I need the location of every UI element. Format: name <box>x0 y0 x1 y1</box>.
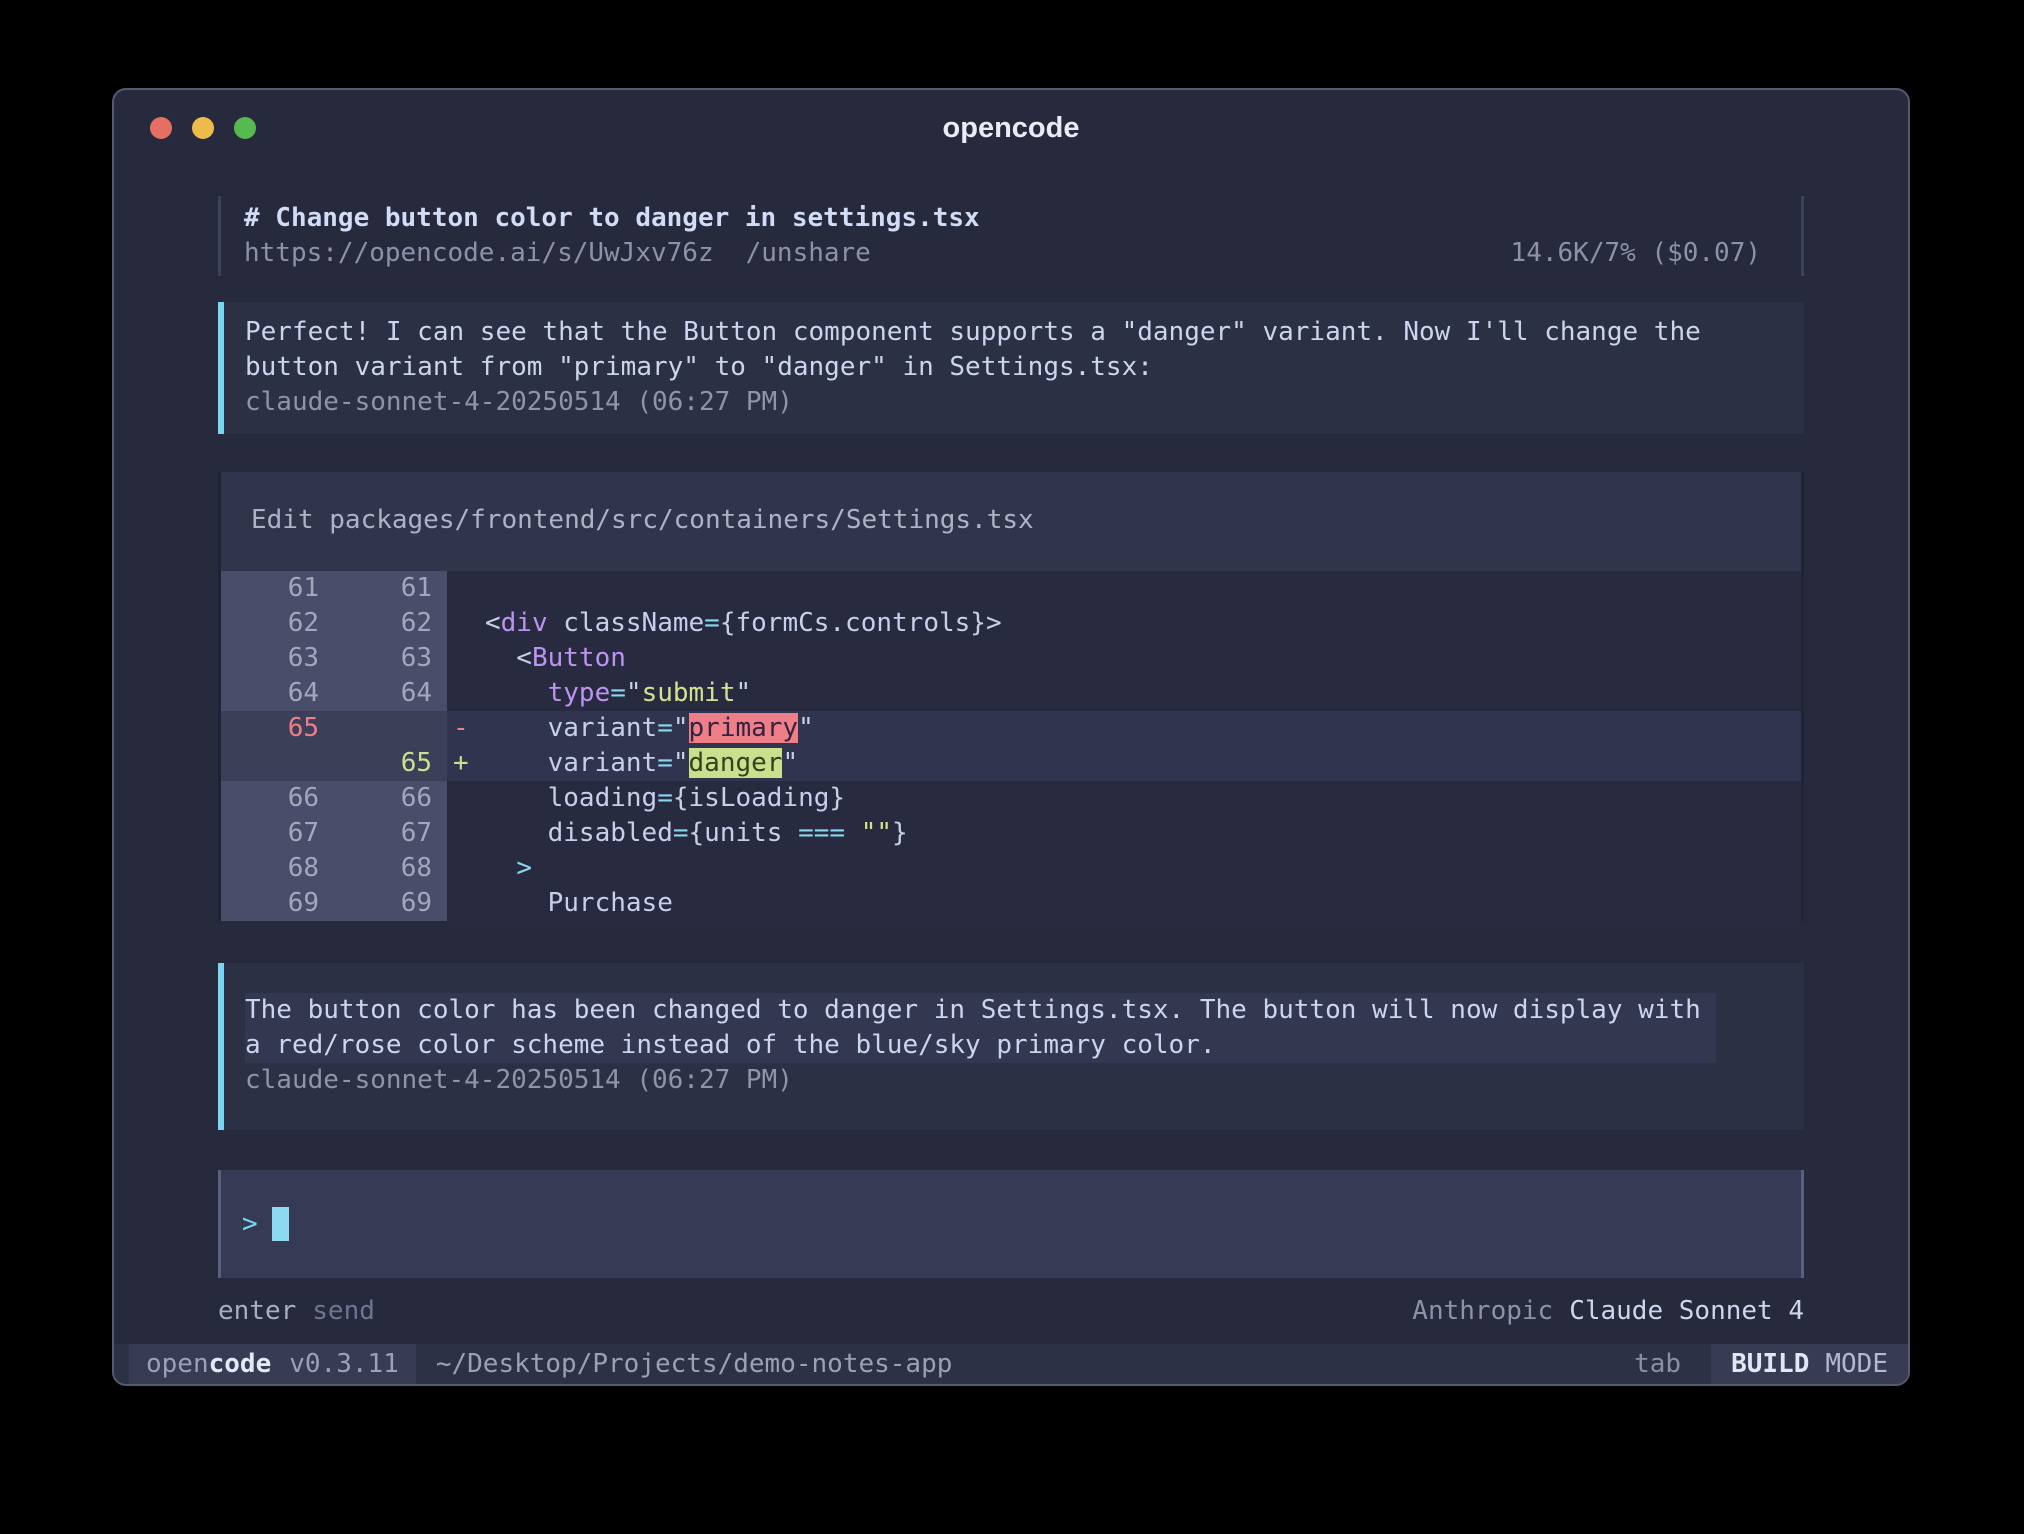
diff-marker <box>447 676 483 711</box>
diff-marker <box>447 851 483 886</box>
diff-row: 64 64 type="submit" <box>221 676 1801 711</box>
prompt-symbol: > <box>242 1207 258 1242</box>
diff-marker: - <box>447 711 483 746</box>
app-window: opencode # Change button color to danger… <box>112 88 1910 1386</box>
old-line-number: 64 <box>221 676 334 711</box>
mode-suffix: MODE <box>1825 1349 1888 1379</box>
code-line <box>483 571 1801 606</box>
session-header: # Change button color to danger in setti… <box>218 196 1804 276</box>
message-meta: claude-sonnet-4-20250514 (06:27 PM) <box>245 385 1778 420</box>
code-line: > <box>483 851 1801 886</box>
traffic-lights <box>150 117 256 139</box>
diff-marker <box>447 606 483 641</box>
assistant-message: The button color has been changed to dan… <box>218 963 1804 1130</box>
status-bar: opencode v0.3.11 ~/Desktop/Projects/demo-… <box>114 1344 1908 1384</box>
diff-rows: 61 61 62 62 <div className={formCs.contr… <box>221 571 1801 921</box>
new-line-number: 63 <box>334 641 447 676</box>
old-line-number: 63 <box>221 641 334 676</box>
old-line-number <box>221 746 334 781</box>
minimize-button[interactable] <box>192 117 214 139</box>
message-text: The button color has been changed to dan… <box>245 993 1716 1063</box>
old-line-number: 67 <box>221 816 334 851</box>
diff-row: 65 + variant="danger" <box>221 746 1801 781</box>
message-text: Perfect! I can see that the Button compo… <box>245 315 1716 385</box>
new-line-number <box>334 711 447 746</box>
assistant-message: Perfect! I can see that the Button compo… <box>218 302 1804 434</box>
window-title: opencode <box>943 112 1080 145</box>
new-line-number: 61 <box>334 571 447 606</box>
model-label: Claude Sonnet 4 <box>1569 1296 1804 1326</box>
hints-row: enter send Anthropic Claude Sonnet 4 <box>218 1294 1804 1329</box>
old-line-number: 69 <box>221 886 334 921</box>
new-line-number: 66 <box>334 781 447 816</box>
code-line: <div className={formCs.controls}> <box>483 606 1801 641</box>
diff-marker <box>447 816 483 851</box>
titlebar: opencode <box>114 90 1908 166</box>
zoom-button[interactable] <box>234 117 256 139</box>
app-version: v0.3.11 <box>289 1349 399 1379</box>
diff-row: 65 - variant="primary" <box>221 711 1801 746</box>
code-line: type="submit" <box>483 676 1801 711</box>
prompt-input[interactable]: > <box>218 1170 1804 1278</box>
code-line: variant="danger" <box>483 746 1801 781</box>
diff-marker <box>447 571 483 606</box>
diff-row: 66 66 loading={isLoading} <box>221 781 1801 816</box>
share-line: https://opencode.ai/s/UwJxv76z/unshare <box>244 236 871 271</box>
mode-name: BUILD <box>1731 1349 1809 1379</box>
send-hint: enter send <box>218 1294 375 1329</box>
diff-marker <box>447 886 483 921</box>
code-line: variant="primary" <box>483 711 1801 746</box>
tab-key-hint[interactable]: tab <box>1634 1344 1681 1384</box>
new-line-number: 64 <box>334 676 447 711</box>
app-version-chip: opencode v0.3.11 <box>129 1344 416 1384</box>
diff-marker <box>447 781 483 816</box>
text-cursor <box>272 1207 289 1241</box>
diff-panel: Edit packages/frontend/src/containers/Se… <box>218 472 1804 921</box>
old-line-number: 65 <box>221 711 334 746</box>
diff-marker: + <box>447 746 483 781</box>
code-line: loading={isLoading} <box>483 781 1801 816</box>
diff-row: 61 61 <box>221 571 1801 606</box>
close-button[interactable] <box>150 117 172 139</box>
working-directory: ~/Desktop/Projects/demo-notes-app <box>436 1344 953 1384</box>
diff-row: 67 67 disabled={units === ""} <box>221 816 1801 851</box>
diff-row: 63 63 <Button <box>221 641 1801 676</box>
new-line-number: 69 <box>334 886 447 921</box>
send-label: send <box>312 1296 375 1326</box>
code-line: <Button <box>483 641 1801 676</box>
app-name-suffix: code <box>209 1349 272 1379</box>
model-indicator: Anthropic Claude Sonnet 4 <box>1412 1294 1804 1329</box>
old-line-number: 66 <box>221 781 334 816</box>
context-stats: 14.6K/7% ($0.07) <box>1511 236 1761 271</box>
new-line-number: 67 <box>334 816 447 851</box>
unshare-command[interactable]: /unshare <box>746 238 871 268</box>
session-title: # Change button color to danger in setti… <box>244 201 1761 236</box>
diff-row: 68 68 > <box>221 851 1801 886</box>
message-meta: claude-sonnet-4-20250514 (06:27 PM) <box>245 1063 1778 1098</box>
old-line-number: 68 <box>221 851 334 886</box>
diff-row: 62 62 <div className={formCs.controls}> <box>221 606 1801 641</box>
diff-title: Edit packages/frontend/src/containers/Se… <box>221 472 1801 571</box>
diff-row: 69 69 Purchase <box>221 886 1801 921</box>
enter-key-hint: enter <box>218 1296 296 1326</box>
old-line-number: 62 <box>221 606 334 641</box>
code-line: Purchase <box>483 886 1801 921</box>
code-line: disabled={units === ""} <box>483 816 1801 851</box>
new-line-number: 65 <box>334 746 447 781</box>
mode-indicator[interactable]: BUILD MODE <box>1711 1344 1908 1384</box>
new-line-number: 62 <box>334 606 447 641</box>
provider-label: Anthropic <box>1412 1296 1553 1326</box>
old-line-number: 61 <box>221 571 334 606</box>
new-line-number: 68 <box>334 851 447 886</box>
diff-marker <box>447 641 483 676</box>
share-url[interactable]: https://opencode.ai/s/UwJxv76z <box>244 238 714 268</box>
app-name-prefix: open <box>146 1349 209 1379</box>
